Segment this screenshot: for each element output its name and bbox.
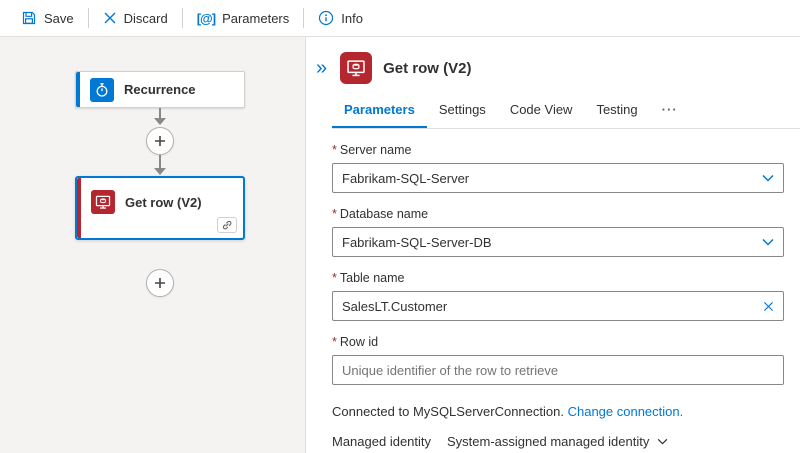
- chevron-down-icon: [657, 438, 668, 445]
- table-name-label: * Table name: [332, 271, 784, 285]
- required-asterisk: *: [332, 335, 337, 349]
- connection-status: Connected to MySQLServerConnection. Chan…: [332, 404, 784, 419]
- info-icon: [318, 10, 334, 26]
- server-name-field-group: * Server name: [332, 143, 784, 193]
- recurrence-label: Recurrence: [124, 82, 196, 97]
- table-name-clear-button[interactable]: [753, 292, 783, 320]
- sql-connector-icon: [340, 52, 372, 84]
- sql-connector-icon: [91, 190, 115, 214]
- chevron-down-icon: [762, 238, 774, 246]
- tab-code-view[interactable]: Code View: [498, 94, 585, 128]
- clear-x-icon: [763, 301, 774, 312]
- plus-icon: [153, 134, 167, 148]
- get-row-node-selected[interactable]: Get row (V2): [75, 176, 245, 240]
- toolbar-separator: [88, 8, 89, 28]
- table-name-input[interactable]: [332, 291, 784, 321]
- recurrence-accent-bar: [76, 72, 80, 107]
- plus-icon: [153, 276, 167, 290]
- collapse-panel-icon[interactable]: »: [314, 58, 329, 78]
- tab-settings[interactable]: Settings: [427, 94, 498, 128]
- database-name-field-group: * Database name: [332, 207, 784, 257]
- recurrence-icon: [90, 78, 114, 102]
- required-asterisk: *: [332, 143, 337, 157]
- tab-testing[interactable]: Testing: [584, 94, 649, 128]
- save-icon: [21, 10, 37, 26]
- workflow-canvas: Recurrence: [0, 37, 305, 453]
- server-name-dropdown-button[interactable]: [753, 164, 783, 192]
- discard-label: Discard: [124, 11, 168, 26]
- row-id-input[interactable]: [332, 355, 784, 385]
- parameters-icon: [@]: [197, 11, 215, 26]
- managed-identity-select[interactable]: System-assigned managed identity: [447, 434, 668, 449]
- parameters-button[interactable]: [@] Parameters: [186, 5, 301, 32]
- panel-header: » Get row (V2): [314, 52, 784, 84]
- action-details-panel: » Get row (V2) Parameters Settings Code …: [305, 37, 800, 453]
- connection-text: Connected to MySQLServerConnection.: [332, 404, 564, 419]
- connection-link-icon: [217, 217, 237, 233]
- database-name-dropdown-button[interactable]: [753, 228, 783, 256]
- parameters-form: * Server name *: [332, 143, 784, 385]
- panel-title: Get row (V2): [383, 60, 471, 77]
- save-button[interactable]: Save: [10, 4, 85, 32]
- parameters-label: Parameters: [222, 11, 289, 26]
- toolbar-separator: [182, 8, 183, 28]
- table-name-field-group: * Table name: [332, 271, 784, 321]
- change-connection-link[interactable]: Change connection.: [568, 404, 684, 419]
- panel-tabs: Parameters Settings Code View Testing ··…: [332, 94, 800, 129]
- connector-arrow: [154, 118, 166, 125]
- info-button[interactable]: Info: [307, 4, 374, 32]
- required-asterisk: *: [332, 271, 337, 285]
- connector-arrow: [154, 168, 166, 175]
- required-asterisk: *: [332, 207, 337, 221]
- row-id-label: * Row id: [332, 335, 784, 349]
- logic-apps-designer: Save Discard [@] Parameters: [0, 0, 800, 453]
- chevron-down-icon: [762, 174, 774, 182]
- connector-line: [159, 155, 161, 168]
- toolbar: Save Discard [@] Parameters: [0, 0, 800, 37]
- database-name-combobox[interactable]: [332, 227, 784, 257]
- save-label: Save: [44, 11, 74, 26]
- managed-identity-value: System-assigned managed identity: [447, 434, 649, 449]
- recurrence-node[interactable]: Recurrence: [75, 71, 245, 108]
- tab-parameters[interactable]: Parameters: [332, 94, 427, 128]
- info-label: Info: [341, 11, 363, 26]
- get-row-label: Get row (V2): [125, 195, 202, 210]
- server-name-label: * Server name: [332, 143, 784, 157]
- add-action-button[interactable]: [146, 269, 174, 297]
- add-action-button[interactable]: [146, 127, 174, 155]
- managed-identity-row: Managed identity System-assigned managed…: [332, 434, 784, 449]
- discard-button[interactable]: Discard: [92, 5, 179, 32]
- database-name-label: * Database name: [332, 207, 784, 221]
- toolbar-separator: [303, 8, 304, 28]
- get-row-accent-bar: [77, 178, 81, 238]
- discard-icon: [103, 11, 117, 25]
- row-id-field-group: * Row id: [332, 335, 784, 385]
- server-name-combobox[interactable]: [332, 163, 784, 193]
- tab-more[interactable]: ···: [650, 94, 690, 128]
- managed-identity-label: Managed identity: [332, 434, 431, 449]
